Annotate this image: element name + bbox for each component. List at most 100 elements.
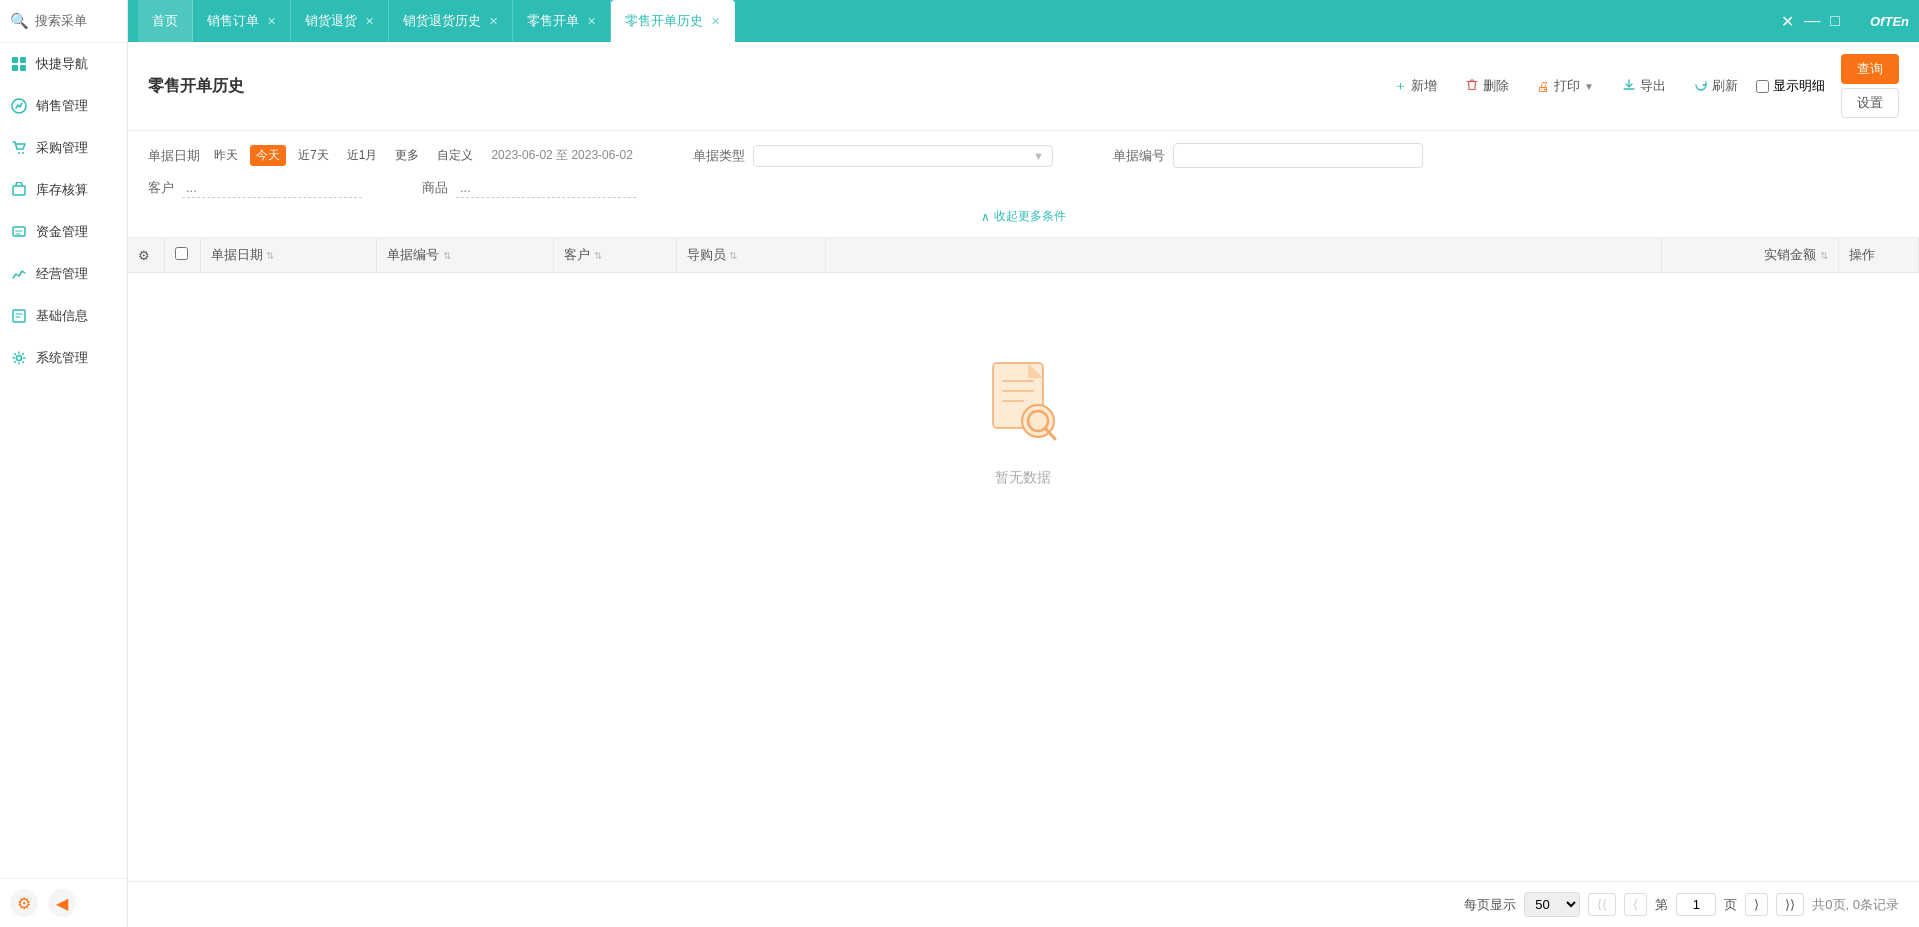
sales-mgmt-icon xyxy=(10,97,28,115)
sidebar-item-finance[interactable]: 资金管理 xyxy=(0,211,127,253)
sidebar-item-label: 库存核算 xyxy=(36,181,88,199)
add-button[interactable]: ＋ 新增 xyxy=(1384,72,1447,100)
filter-doc-type-group: 单据类型 ▼ xyxy=(693,145,1053,167)
th-checkbox[interactable] xyxy=(164,238,200,273)
tab-home[interactable]: 首页 xyxy=(138,0,193,42)
export-button[interactable]: 导出 xyxy=(1612,72,1676,100)
empty-icon xyxy=(973,353,1073,453)
sidebar-item-sales-mgmt[interactable]: 销售管理 xyxy=(0,85,127,127)
next-page-btn[interactable]: ⟩ xyxy=(1745,893,1768,916)
th-actions-label: 操作 xyxy=(1849,247,1875,262)
tab-sales-order[interactable]: 销售订单 ✕ xyxy=(193,0,291,42)
sidebar-item-label: 经营管理 xyxy=(36,265,88,283)
tab-sales-return-history[interactable]: 销货退货历史 ✕ xyxy=(389,0,513,42)
sidebar-search-label: 搜索采单 xyxy=(35,12,87,30)
finance-icon xyxy=(10,223,28,241)
filter-goods-group: 商品 xyxy=(422,178,636,198)
filter-doc-no-group: 单据编号 xyxy=(1113,143,1423,168)
th-salesperson[interactable]: 导购员 ⇅ xyxy=(676,238,826,273)
per-page-select[interactable]: 50 10 20 100 xyxy=(1524,892,1580,917)
th-no[interactable]: 单据编号 ⇅ xyxy=(377,238,554,273)
last-page-btn[interactable]: ⟩⟩ xyxy=(1776,893,1804,916)
goods-input[interactable] xyxy=(456,178,636,198)
sidebar-item-inventory[interactable]: 库存核算 xyxy=(0,169,127,211)
tab-retail-open-history[interactable]: 零售开单历史 ✕ xyxy=(611,0,735,42)
maximize-icon[interactable]: □ xyxy=(1830,12,1840,30)
per-page-label: 每页显示 xyxy=(1464,896,1516,914)
tab-retail-open-close[interactable]: ✕ xyxy=(587,15,596,28)
total-info: 共0页, 0条记录 xyxy=(1812,896,1899,914)
select-all-checkbox[interactable] xyxy=(175,247,188,260)
doc-no-input[interactable] xyxy=(1173,143,1423,168)
print-dropdown-icon: ▼ xyxy=(1584,81,1594,92)
display-detail-checkbox[interactable] xyxy=(1756,80,1769,93)
tab-sales-return-close[interactable]: ✕ xyxy=(365,15,374,28)
doc-type-label: 单据类型 xyxy=(693,147,745,165)
page-suffix: 页 xyxy=(1724,896,1737,914)
sidebar-item-label: 资金管理 xyxy=(36,223,88,241)
operations-icon xyxy=(10,265,28,283)
refresh-label: 刷新 xyxy=(1712,77,1738,95)
sidebar-item-system-mgmt[interactable]: 系统管理 xyxy=(0,337,127,379)
minimize-icon[interactable]: — xyxy=(1804,12,1820,30)
th-settings[interactable]: ⚙ xyxy=(128,238,164,273)
toolbar: ＋ 新增 删除 🖨 打印 ▼ xyxy=(1384,54,1899,118)
sidebar-item-label: 系统管理 xyxy=(36,349,88,367)
display-detail-toggle[interactable]: 显示明细 xyxy=(1756,77,1825,95)
sidebar-item-operations[interactable]: 经营管理 xyxy=(0,253,127,295)
collapse-sidebar-icon[interactable]: ◀ xyxy=(48,889,76,917)
sidebar-item-label: 快捷导航 xyxy=(36,55,88,73)
sidebar-item-quick-nav[interactable]: 快捷导航 xyxy=(0,43,127,85)
tab-sales-return-history-close[interactable]: ✕ xyxy=(489,15,498,28)
search-icon: 🔍 xyxy=(10,12,29,30)
yesterday-opt[interactable]: 昨天 xyxy=(208,145,244,166)
print-button[interactable]: 🖨 打印 ▼ xyxy=(1527,72,1604,100)
svg-rect-1 xyxy=(20,57,26,63)
sidebar-search[interactable]: 🔍 搜索采单 xyxy=(0,0,127,43)
customer-input[interactable] xyxy=(182,178,362,198)
page-number-input[interactable] xyxy=(1676,893,1716,916)
add-icon: ＋ xyxy=(1394,77,1407,95)
display-detail-label: 显示明细 xyxy=(1773,77,1825,95)
th-customer[interactable]: 客户 ⇅ xyxy=(554,238,677,273)
print-label: 打印 xyxy=(1554,77,1580,95)
tab-bar-right: ✕ — □ OfTEn xyxy=(1781,12,1909,31)
tab-sales-return[interactable]: 销货退货 ✕ xyxy=(291,0,389,42)
empty-text: 暂无数据 xyxy=(995,469,1051,487)
goods-label: 商品 xyxy=(422,179,448,197)
data-table: ⚙ 单据日期 ⇅ 单据编号 ⇅ xyxy=(128,238,1919,567)
sidebar-item-basic-info[interactable]: 基础信息 xyxy=(0,295,127,337)
collapse-filter-btn[interactable]: ∧ 收起更多条件 xyxy=(148,208,1899,225)
delete-button[interactable]: 删除 xyxy=(1455,72,1519,100)
prev-page-btn[interactable]: ⟨ xyxy=(1624,893,1647,916)
page-header: 零售开单历史 ＋ 新增 删除 🖨 打印 ▼ xyxy=(128,42,1919,131)
th-salesperson-sort-icon: ⇅ xyxy=(729,250,737,261)
sidebar-item-label: 基础信息 xyxy=(36,307,88,325)
svg-rect-3 xyxy=(20,65,26,71)
refresh-button[interactable]: 刷新 xyxy=(1684,72,1748,100)
delete-icon xyxy=(1465,78,1479,95)
setting-button[interactable]: 设置 xyxy=(1841,88,1899,118)
content-area: 零售开单历史 ＋ 新增 删除 🖨 打印 ▼ xyxy=(128,42,1919,927)
filter-date-options: 昨天 今天 近7天 近1月 更多 自定义 xyxy=(208,145,479,166)
doc-no-label: 单据编号 xyxy=(1113,147,1165,165)
close-window-icon[interactable]: ✕ xyxy=(1781,12,1794,31)
last-month-opt[interactable]: 近1月 xyxy=(341,145,384,166)
settings-icon: ⚙ xyxy=(138,248,150,263)
query-button[interactable]: 查询 xyxy=(1841,54,1899,84)
custom-opt[interactable]: 自定义 xyxy=(431,145,479,166)
sidebar-item-purchase-mgmt[interactable]: 采购管理 xyxy=(0,127,127,169)
sidebar-item-label: 采购管理 xyxy=(36,139,88,157)
th-date[interactable]: 单据日期 ⇅ xyxy=(200,238,377,273)
th-amount[interactable]: 实销金额 ⇅ xyxy=(1662,238,1839,273)
settings-bottom-icon[interactable]: ⚙ xyxy=(10,889,38,917)
first-page-btn[interactable]: ⟨⟨ xyxy=(1588,893,1616,916)
more-opt[interactable]: 更多 xyxy=(389,145,425,166)
tab-retail-open[interactable]: 零售开单 ✕ xyxy=(513,0,611,42)
doc-type-select[interactable]: ▼ xyxy=(753,145,1053,167)
last7-opt[interactable]: 近7天 xyxy=(292,145,335,166)
tab-sales-order-close[interactable]: ✕ xyxy=(267,15,276,28)
tab-retail-open-history-close[interactable]: ✕ xyxy=(711,15,720,28)
th-amount-sort-icon: ⇅ xyxy=(1820,250,1828,261)
today-opt[interactable]: 今天 xyxy=(250,145,286,166)
